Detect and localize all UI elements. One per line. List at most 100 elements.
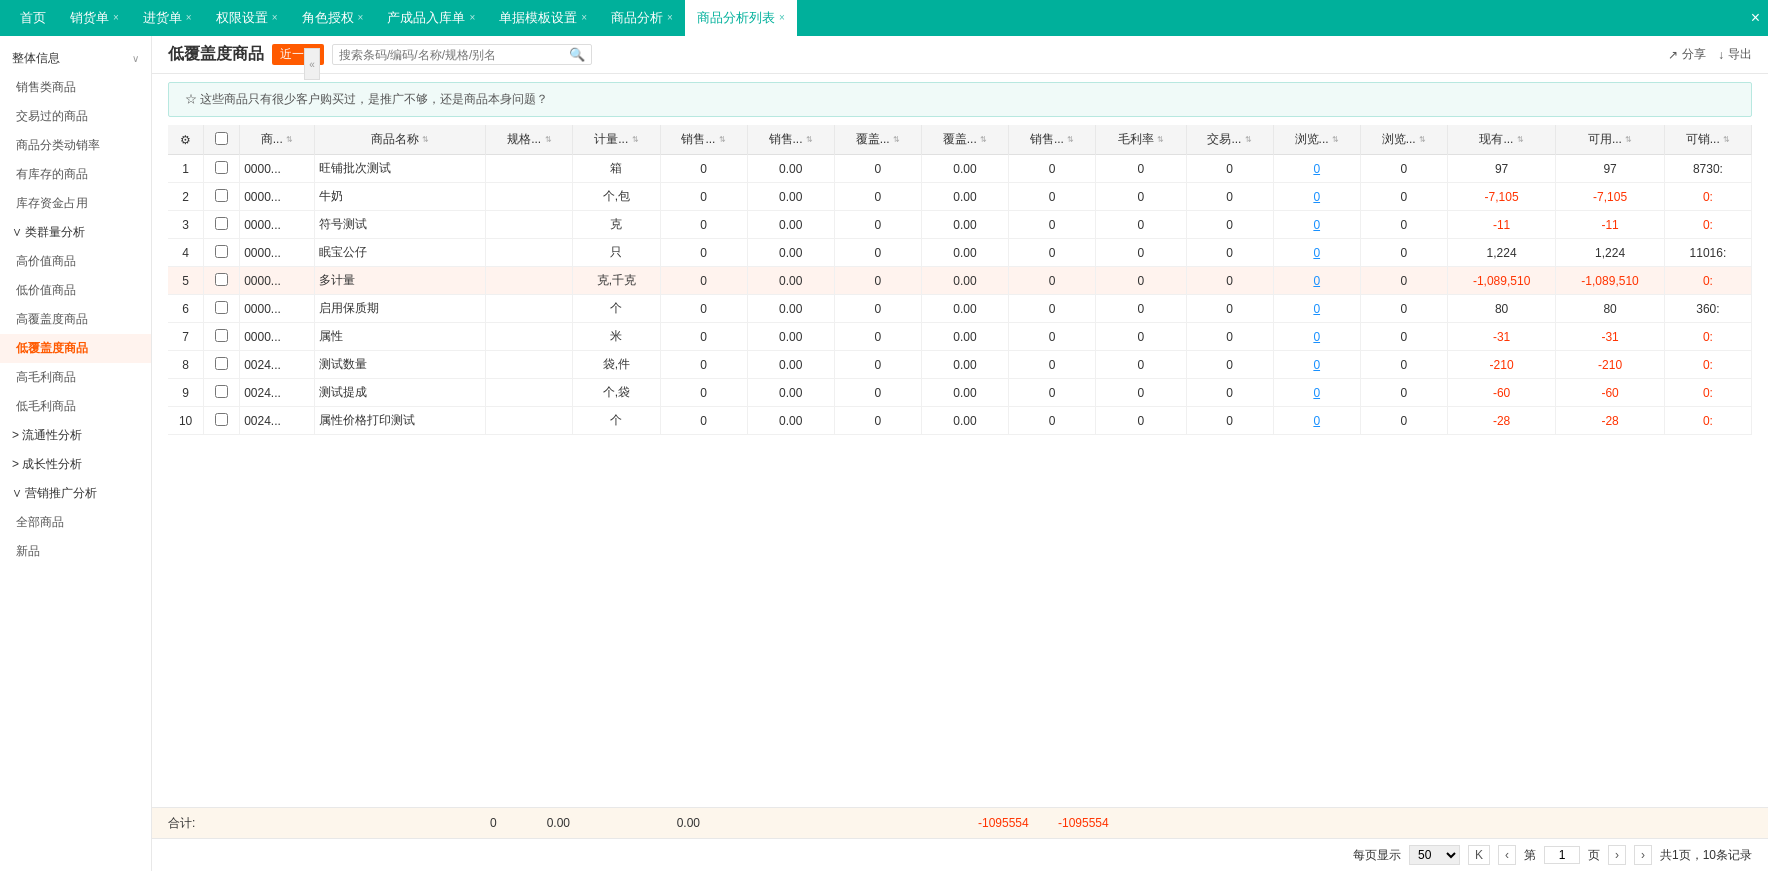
row-browse1[interactable]: 0 [1273,211,1360,239]
nav-item-permissions[interactable]: 权限设置 × [204,0,290,36]
row-browse1[interactable]: 0 [1273,183,1360,211]
col-code[interactable]: 商... ⇅ [240,125,315,155]
sidebar-item-high-value[interactable]: 高价值商品 [0,247,151,276]
close-roles-tab[interactable]: × [358,0,364,36]
col-coverage1[interactable]: 覆盖... ⇅ [834,125,921,155]
close-template-tab[interactable]: × [581,0,587,36]
share-icon: ↗ [1668,48,1678,62]
col-name[interactable]: 商品名称 ⇅ [314,125,486,155]
close-product-analysis-tab[interactable]: × [667,0,673,36]
next-page-button[interactable]: › [1608,845,1626,865]
row-checkbox[interactable] [204,407,240,435]
close-sales-tab[interactable]: × [113,0,119,36]
sidebar-item-low-coverage[interactable]: 低覆盖度商品 [0,334,151,363]
row-coverage1: 0 [834,407,921,435]
page-size-select[interactable]: 50 20 100 200 [1409,845,1460,865]
nav-item-template-settings[interactable]: 单据模板设置 × [487,0,599,36]
sidebar-section-overall[interactable]: 整体信息 ∨ [0,44,151,73]
col-sales-qty[interactable]: 销售... ⇅ [660,125,747,155]
sidebar-item-sales-goods[interactable]: 销售类商品 [0,73,151,102]
sidebar-item-traded-goods[interactable]: 交易过的商品 [0,102,151,131]
row-available: -1,089,510 [1556,267,1664,295]
close-purchase-tab[interactable]: × [186,0,192,36]
sidebar-item-category-rate[interactable]: 商品分类动销率 [0,131,151,160]
nav-item-purchase[interactable]: 进货单 × [131,0,204,36]
row-browse1[interactable]: 0 [1273,379,1360,407]
col-coverage2[interactable]: 覆盖... ⇅ [921,125,1008,155]
close-finished-goods-tab[interactable]: × [469,0,475,36]
sidebar-collapse-button[interactable]: « [304,48,320,80]
sidebar-item-new-goods[interactable]: 新品 [0,537,151,566]
row-checkbox[interactable] [204,183,240,211]
prev-page-button[interactable]: ‹ [1498,845,1516,865]
share-button[interactable]: ↗ 分享 [1668,46,1706,63]
close-product-list-tab[interactable]: × [779,0,785,36]
row-browse1[interactable]: 0 [1273,351,1360,379]
col-current-stock[interactable]: 现有... ⇅ [1447,125,1555,155]
sidebar-section-growth[interactable]: > 成长性分析 [0,450,151,479]
col-unit[interactable]: 计量... ⇅ [573,125,660,155]
sidebar-item-stock-goods[interactable]: 有库存的商品 [0,160,151,189]
row-checkbox[interactable] [204,211,240,239]
row-checkbox[interactable] [204,323,240,351]
sidebar-item-high-coverage[interactable]: 高覆盖度商品 [0,305,151,334]
row-browse1[interactable]: 0 [1273,239,1360,267]
col-trade[interactable]: 交易... ⇅ [1186,125,1273,155]
row-browse1[interactable]: 0 [1273,267,1360,295]
row-checkbox[interactable] [204,239,240,267]
row-name: 眠宝公仔 [314,239,486,267]
export-button[interactable]: ↓ 导出 [1718,46,1752,63]
col-checkbox[interactable] [204,125,240,155]
col-spec[interactable]: 规格... ⇅ [486,125,573,155]
window-close-button[interactable]: × [1751,9,1760,27]
row-browse1[interactable]: 0 [1273,407,1360,435]
search-input[interactable] [339,48,569,62]
row-coverage1: 0 [834,155,921,183]
sidebar-item-all-goods[interactable]: 全部商品 [0,508,151,537]
row-current-stock: -11 [1447,211,1555,239]
row-browse1[interactable]: 0 [1273,295,1360,323]
row-checkbox[interactable] [204,379,240,407]
row-sales-other: 0 [1009,379,1096,407]
table-container[interactable]: ⚙ 商... ⇅ 商品名称 ⇅ 规格... ⇅ 计量... ⇅ 销售... ⇅ … [152,125,1768,807]
sidebar-section-circulation[interactable]: > 流通性分析 [0,421,151,450]
last-page-button[interactable]: › [1634,845,1652,865]
row-coverage1: 0 [834,239,921,267]
page-number-input[interactable] [1544,846,1580,864]
row-checkbox[interactable] [204,155,240,183]
row-sales-qty: 0 [660,155,747,183]
nav-item-product-analysis[interactable]: 商品分析 × [599,0,685,36]
row-checkbox[interactable] [204,267,240,295]
sidebar-item-low-profit[interactable]: 低毛利商品 [0,392,151,421]
row-spec [486,211,573,239]
sidebar-item-high-profit[interactable]: 高毛利商品 [0,363,151,392]
nav-item-product-analysis-list[interactable]: 商品分析列表 × [685,0,797,36]
col-sales-amt[interactable]: 销售... ⇅ [747,125,834,155]
nav-item-sales[interactable]: 销货单 × [58,0,131,36]
first-page-button[interactable]: K [1468,845,1490,865]
row-checkbox[interactable] [204,295,240,323]
row-coverage1: 0 [834,267,921,295]
col-sellable[interactable]: 可销... ⇅ [1664,125,1751,155]
close-permissions-tab[interactable]: × [272,0,278,36]
row-browse1[interactable]: 0 [1273,323,1360,351]
col-available[interactable]: 可用... ⇅ [1556,125,1664,155]
nav-item-roles[interactable]: 角色授权 × [290,0,376,36]
col-gross-rate[interactable]: 毛利率 ⇅ [1096,125,1186,155]
row-spec [486,295,573,323]
col-browse2[interactable]: 浏览... ⇅ [1360,125,1447,155]
footer-current-stock: -1095554 [963,814,1043,832]
col-sales-other[interactable]: 销售... ⇅ [1009,125,1096,155]
sidebar-item-stock-capital[interactable]: 库存资金占用 [0,189,151,218]
row-code: 0000... [240,211,315,239]
sidebar-item-low-value[interactable]: 低价值商品 [0,276,151,305]
col-browse1[interactable]: 浏览... ⇅ [1273,125,1360,155]
select-all-checkbox[interactable] [215,132,228,145]
col-settings[interactable]: ⚙ [168,125,204,155]
nav-item-home[interactable]: 首页 [8,0,58,36]
row-browse1[interactable]: 0 [1273,155,1360,183]
sidebar-section-marketing[interactable]: ∨ 营销推广分析 [0,479,151,508]
sidebar-section-cluster[interactable]: ∨ 类群量分析 [0,218,151,247]
row-checkbox[interactable] [204,351,240,379]
nav-item-finished-goods[interactable]: 产成品入库单 × [375,0,487,36]
